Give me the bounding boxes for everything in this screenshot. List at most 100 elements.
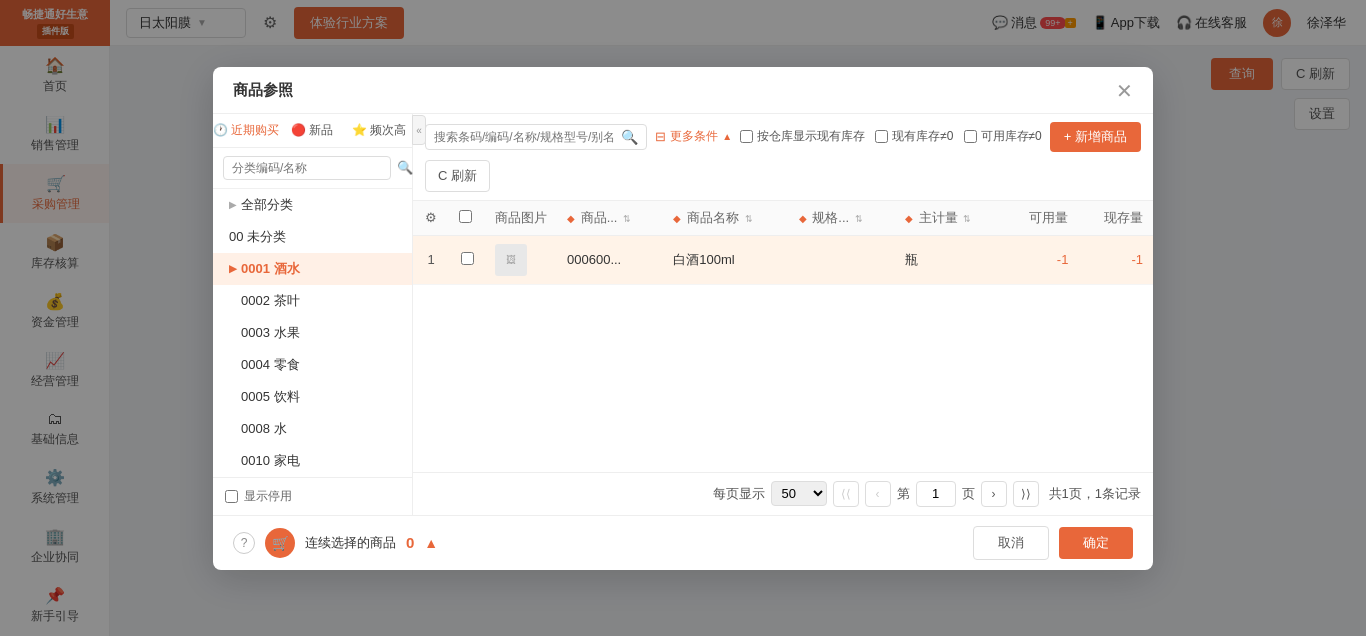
cb1-label: 按仓库显示现有库存: [757, 128, 865, 145]
right-panel: 🔍 ⊟ 更多条件 ▲ 按仓库显示现有库存 现: [413, 114, 1153, 515]
th-unit[interactable]: ◆ 主计量 ⇅: [895, 201, 1004, 236]
pg-input[interactable]: [916, 481, 956, 507]
pg-suffix: 页: [962, 485, 975, 503]
row-stock: -1: [1078, 235, 1153, 284]
cat-item-0003[interactable]: 0003 水果: [213, 317, 412, 349]
row-check[interactable]: [449, 235, 485, 284]
cb1[interactable]: 按仓库显示现有库存: [740, 128, 865, 145]
th-name-icon: ◆: [673, 213, 681, 224]
cat-item-0010[interactable]: 0010 家电: [213, 445, 412, 477]
filter-label: 更多条件: [670, 128, 718, 145]
search-box: 🔍: [425, 124, 647, 150]
sort-icon-unit: ⇅: [963, 214, 971, 224]
cb3[interactable]: 可用库存≠0: [964, 128, 1042, 145]
new-icon: 🔴: [291, 123, 306, 137]
cb2[interactable]: 现有库存≠0: [875, 128, 953, 145]
cat-item-0001[interactable]: ▶ 0001 酒水: [213, 253, 412, 285]
cat-item-0004[interactable]: 0004 零食: [213, 349, 412, 381]
per-page-label: 每页显示: [713, 485, 765, 503]
tab-frequent[interactable]: ⭐ 频次高: [346, 114, 412, 147]
cat-label-all: 全部分类: [241, 196, 293, 214]
row-seq: 1: [413, 235, 449, 284]
show-disabled-label[interactable]: 显示停用: [225, 488, 400, 505]
tab-new[interactable]: 🔴 新品: [279, 114, 345, 147]
pg-last-btn[interactable]: ⟩⟩: [1013, 481, 1039, 507]
table-wrap: ⚙ 商品图片 ◆ 商品...: [413, 201, 1153, 472]
filter-up-icon: ▲: [722, 131, 732, 142]
pg-prev-btn[interactable]: ‹: [865, 481, 891, 507]
row-unit: 瓶: [895, 235, 1004, 284]
cat-item-00[interactable]: 00 未分类: [213, 221, 412, 253]
th-name[interactable]: ◆ 商品名称 ⇅: [663, 201, 788, 236]
th-spec-icon: ◆: [799, 213, 807, 224]
cat-label-0005: 0005 饮料: [241, 389, 300, 404]
cat-item-all[interactable]: ▶ 全部分类: [213, 189, 412, 221]
collapse-footer-icon[interactable]: ▲: [424, 535, 438, 551]
search-input[interactable]: [434, 130, 617, 144]
cat-label-0002: 0002 茶叶: [241, 293, 300, 308]
help-button[interactable]: ?: [233, 532, 255, 554]
frequent-icon: ⭐: [352, 123, 367, 137]
th-code[interactable]: ◆ 商品... ⇅: [557, 201, 663, 236]
cat-item-0005[interactable]: 0005 饮料: [213, 381, 412, 413]
search-icon[interactable]: 🔍: [621, 129, 638, 145]
confirm-button[interactable]: 确定: [1059, 527, 1133, 559]
th-img-label: 商品图片: [495, 210, 547, 225]
cat-label-00: 00 未分类: [229, 229, 286, 244]
th-stock-label: 现存量: [1104, 210, 1143, 225]
show-disabled-checkbox[interactable]: [225, 490, 238, 503]
th-available-label: 可用量: [1029, 210, 1068, 225]
filter-button[interactable]: ⊟ 更多条件 ▲: [655, 128, 732, 145]
footer-left: ? 🛒 连续选择的商品 0 ▲: [233, 528, 963, 558]
tab-frequent-label: 频次高: [370, 122, 406, 139]
show-disabled-area: 显示停用: [213, 477, 412, 515]
sort-icon-name: ⇅: [745, 214, 753, 224]
modal-body: 🕐 近期购买 🔴 新品 ⭐ 频次高 «: [213, 114, 1153, 515]
product-image: 🖼: [495, 244, 527, 276]
th-spec[interactable]: ◆ 规格... ⇅: [789, 201, 895, 236]
cancel-button[interactable]: 取消: [973, 526, 1049, 560]
cat-search-icon[interactable]: 🔍: [397, 160, 413, 175]
row-name: 白酒100ml: [663, 235, 788, 284]
select-all-checkbox[interactable]: [459, 210, 472, 223]
cb2-input[interactable]: [875, 130, 888, 143]
cat-item-0002[interactable]: 0002 茶叶: [213, 285, 412, 317]
collapse-left-btn[interactable]: «: [412, 115, 426, 145]
cat-search-input[interactable]: [223, 156, 391, 180]
left-panel: 🕐 近期购买 🔴 新品 ⭐ 频次高 «: [213, 114, 413, 515]
pg-info: 共1页，1条记录: [1049, 485, 1141, 503]
cat-label-0003: 0003 水果: [241, 325, 300, 340]
add-product-button[interactable]: + 新增商品: [1050, 122, 1141, 152]
modal: 商品参照 ✕ 🕐 近期购买 🔴 新品 ⭐: [213, 67, 1153, 570]
arrow-icon-0001: ▶: [229, 263, 237, 274]
cat-search-area: 🔍: [213, 148, 412, 189]
refresh-button[interactable]: C 刷新: [425, 160, 490, 192]
close-icon[interactable]: ✕: [1116, 81, 1133, 101]
row-checkbox[interactable]: [461, 252, 474, 265]
selected-count: 0: [406, 534, 414, 551]
pg-next-btn[interactable]: ›: [981, 481, 1007, 507]
cat-label-0001: 0001 酒水: [241, 260, 300, 278]
th-unit-icon: ◆: [905, 213, 913, 224]
tab-recent[interactable]: 🕐 近期购买: [213, 114, 279, 147]
category-list: ▶ 全部分类 00 未分类 ▶ 0001 酒水 0002 茶叶 0003 水果: [213, 189, 412, 477]
th-unit-label: 主计量: [919, 210, 958, 225]
cb1-input[interactable]: [740, 130, 753, 143]
th-code-label: 商品...: [581, 210, 618, 225]
cart-button[interactable]: 🛒: [265, 528, 295, 558]
modal-footer: ? 🛒 连续选择的商品 0 ▲ 取消 确定: [213, 515, 1153, 570]
th-name-label: 商品名称: [687, 210, 739, 225]
tab-new-label: 新品: [309, 122, 333, 139]
sort-icon-spec: ⇅: [855, 214, 863, 224]
pg-first-btn[interactable]: ⟨⟨: [833, 481, 859, 507]
cat-item-0008[interactable]: 0008 水: [213, 413, 412, 445]
th-img: 商品图片: [485, 201, 557, 236]
per-page-select[interactable]: 20 50 100: [771, 481, 827, 506]
settings-icon[interactable]: ⚙: [425, 210, 437, 225]
cat-label-0010: 0010 家电: [241, 453, 300, 468]
modal-overlay: 商品参照 ✕ 🕐 近期购买 🔴 新品 ⭐: [0, 0, 1366, 636]
cb3-input[interactable]: [964, 130, 977, 143]
th-settings[interactable]: ⚙: [413, 201, 449, 236]
table-row[interactable]: 1 🖼 000600... 白酒100ml 瓶: [413, 235, 1153, 284]
row-spec: [789, 235, 895, 284]
